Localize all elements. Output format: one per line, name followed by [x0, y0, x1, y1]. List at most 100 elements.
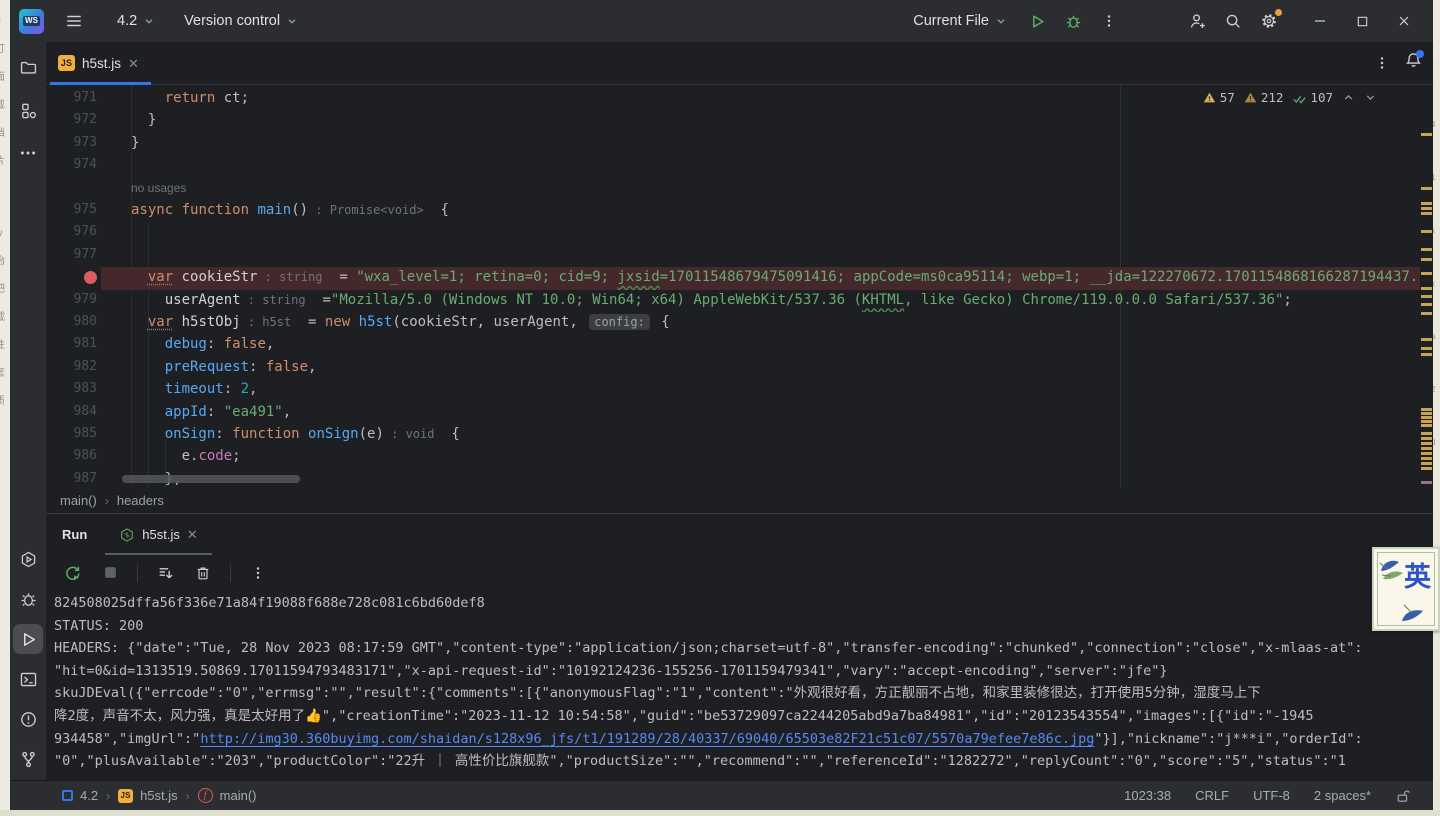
stripe-mark[interactable]	[1421, 457, 1432, 460]
stripe-mark[interactable]	[1421, 447, 1432, 450]
prev-problem-icon[interactable]	[1342, 91, 1355, 104]
services-tool-button[interactable]	[13, 544, 43, 574]
unlock-icon[interactable]	[1395, 788, 1411, 804]
code-line[interactable]: 980 var h5stObj : h5st = new h5st(cookie…	[46, 312, 1420, 334]
minimize-button[interactable]	[1301, 6, 1339, 36]
stripe-mark[interactable]	[1421, 212, 1432, 215]
rerun-button[interactable]	[56, 558, 88, 588]
next-problem-icon[interactable]	[1364, 91, 1377, 104]
stripe-mark[interactable]	[1421, 481, 1432, 484]
more-actions-button[interactable]	[1093, 6, 1125, 36]
more-tool-windows-button[interactable]	[13, 138, 43, 168]
console-link[interactable]: http://img30.360buyimg.com/shaidan/s128x…	[200, 731, 1094, 747]
stripe-mark[interactable]	[1421, 287, 1432, 290]
run-tool-button[interactable]	[13, 624, 43, 654]
encoding-widget[interactable]: UTF-8	[1253, 788, 1290, 803]
close-button[interactable]	[1385, 6, 1423, 36]
statusbar-file[interactable]: JS h5st.js	[118, 788, 178, 803]
stripe-mark[interactable]	[1421, 133, 1432, 136]
inspections-widget[interactable]: 57 212 107	[1196, 88, 1383, 107]
stripe-mark[interactable]	[1421, 412, 1432, 415]
code-line[interactable]: 972 }	[46, 110, 1420, 132]
statusbar-project[interactable]: 4.2	[62, 788, 98, 803]
structure-tool-button[interactable]	[13, 95, 43, 125]
stripe-mark[interactable]	[1421, 272, 1432, 275]
console-more-button[interactable]	[242, 558, 274, 588]
breakpoint-dot[interactable]	[84, 271, 97, 285]
stripe-mark[interactable]	[1421, 303, 1432, 306]
version-control-tool-button[interactable]	[13, 744, 43, 774]
indent-widget[interactable]: 2 spaces*	[1314, 788, 1371, 803]
stripe-mark[interactable]	[1421, 207, 1432, 210]
stripe-mark[interactable]	[1421, 462, 1432, 465]
code-with-me-button[interactable]	[1181, 6, 1213, 36]
breadcrumb-child[interactable]: headers	[117, 493, 164, 508]
terminal-tool-button[interactable]	[13, 664, 43, 694]
run-button[interactable]	[1021, 6, 1053, 36]
code-line[interactable]: 982 preRequest: false,	[46, 357, 1420, 379]
stripe-mark[interactable]	[1421, 248, 1432, 251]
tab-options-icon[interactable]	[1374, 55, 1390, 71]
vcs-widget[interactable]: Version control	[175, 6, 308, 36]
code-line[interactable]: 974	[46, 155, 1420, 177]
stripe-mark[interactable]	[1421, 338, 1432, 341]
stripe-mark[interactable]	[1421, 347, 1432, 350]
project-tool-button[interactable]	[13, 52, 43, 82]
stripe-mark[interactable]	[1421, 467, 1432, 470]
horizontal-scrollbar[interactable]	[122, 475, 300, 483]
error-stripe[interactable]	[1420, 85, 1433, 488]
problems-tool-button[interactable]	[13, 704, 43, 734]
run-tab-h5st[interactable]: h5st.js ✕	[105, 514, 212, 555]
console-output[interactable]: 824508025dffa56f336e71a84f19088f688e728c…	[54, 592, 1431, 780]
stripe-mark[interactable]	[1421, 312, 1432, 315]
code-editor[interactable]: 971 return ct; 972 } 973} 974 no usages 975 as…	[46, 85, 1433, 488]
code-line[interactable]: 977	[46, 245, 1420, 267]
stripe-mark[interactable]	[1421, 295, 1432, 298]
maximize-button[interactable]	[1343, 6, 1381, 36]
code-line[interactable]: 986 e.code;	[46, 446, 1420, 468]
breadcrumb-scope[interactable]: main()	[60, 493, 97, 508]
stripe-mark[interactable]	[1421, 187, 1432, 190]
stripe-mark[interactable]	[1421, 424, 1432, 427]
code-line[interactable]: 981 debug: false,	[46, 334, 1420, 356]
stripe-mark[interactable]	[1421, 230, 1432, 233]
scroll-to-end-button[interactable]	[149, 558, 181, 588]
code-line[interactable]: 979 userAgent : string ="Mozilla/5.0 (Wi…	[46, 290, 1420, 312]
stripe-mark[interactable]	[1421, 353, 1432, 356]
project-widget[interactable]: 4.2	[108, 6, 165, 36]
run-panel-title[interactable]: Run	[46, 527, 105, 542]
editor-tab-h5st[interactable]: JS h5st.js ✕	[50, 42, 151, 85]
run-configuration-selector[interactable]: Current File	[904, 6, 1017, 36]
stripe-mark[interactable]	[1421, 202, 1432, 205]
caret-position-widget[interactable]: 1023:38	[1124, 788, 1171, 803]
search-everywhere-button[interactable]	[1217, 6, 1249, 36]
statusbar-scope[interactable]: f main()	[197, 788, 257, 803]
line-separator-widget[interactable]: CRLF	[1195, 788, 1229, 803]
stop-button[interactable]	[94, 558, 126, 588]
main-menu-button[interactable]	[58, 6, 90, 36]
code-line[interactable]: 983 timeout: 2,	[46, 379, 1420, 401]
stripe-mark[interactable]	[1421, 258, 1432, 261]
code-line[interactable]: no usages	[46, 178, 1420, 200]
code-line[interactable]: 984 appId: "ea491",	[46, 402, 1420, 424]
stripe-mark[interactable]	[1421, 420, 1432, 423]
stripe-mark[interactable]	[1421, 437, 1432, 440]
clear-console-button[interactable]	[187, 558, 219, 588]
stripe-mark[interactable]	[1421, 416, 1432, 419]
close-run-tab-icon[interactable]: ✕	[187, 528, 198, 541]
stripe-mark[interactable]	[1421, 442, 1432, 445]
code-line[interactable]: 985 onSign: function onSign(e) : void {	[46, 424, 1420, 446]
code-line[interactable]: 973}	[46, 133, 1420, 155]
settings-button[interactable]	[1253, 6, 1285, 36]
code-line[interactable]: var cookieStr : string = "wxa_level=1; r…	[46, 267, 1420, 290]
debug-tool-button[interactable]	[13, 584, 43, 614]
stripe-mark[interactable]	[1421, 432, 1432, 435]
code-line[interactable]: 975 async function main() : Promise<void>…	[46, 200, 1420, 222]
ime-widget[interactable]: 英	[1372, 547, 1440, 631]
title-bar[interactable]: WS 4.2 Version control Current File	[10, 0, 1433, 42]
code-line[interactable]: 976	[46, 222, 1420, 244]
notifications-button[interactable]	[1404, 50, 1424, 75]
stripe-mark[interactable]	[1421, 408, 1432, 411]
debug-button[interactable]	[1057, 6, 1089, 36]
close-tab-icon[interactable]: ✕	[128, 57, 139, 70]
